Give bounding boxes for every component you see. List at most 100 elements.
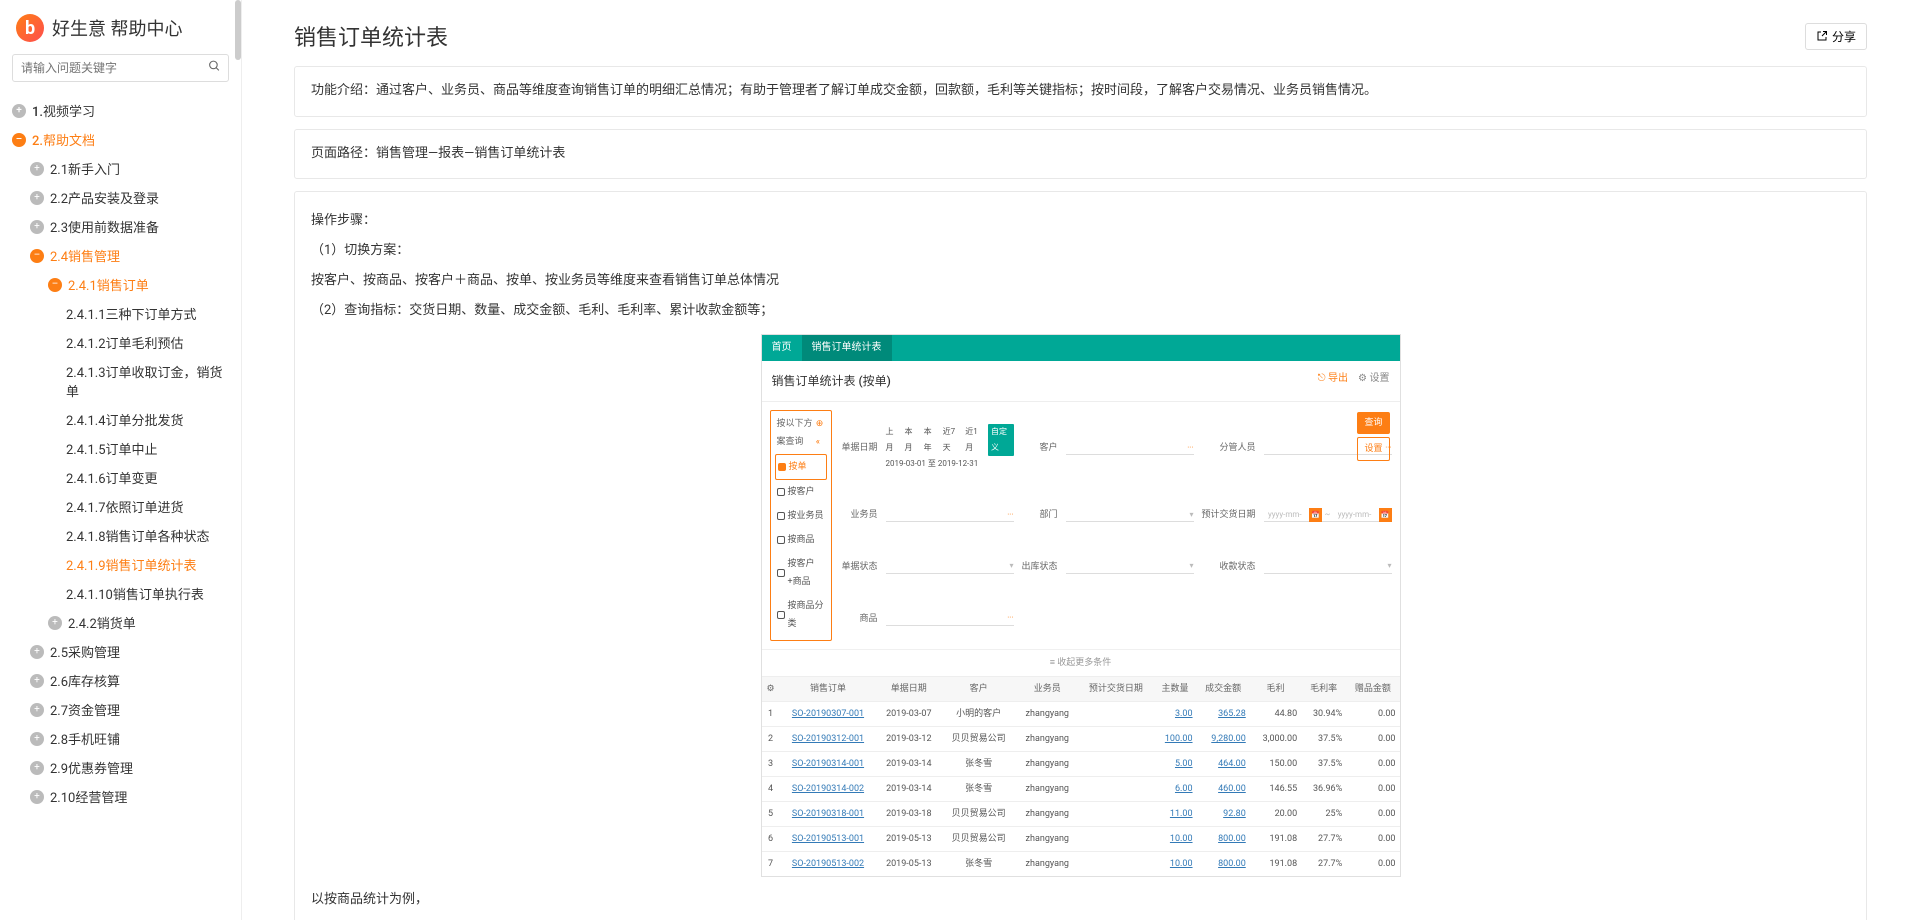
- nav-help-docs[interactable]: –2.帮助文档: [12, 125, 229, 154]
- table-cell: zhangyang: [1016, 802, 1078, 827]
- nav-2-6[interactable]: +2.6库存核算: [30, 666, 229, 695]
- ss-filter-panel: 按以下方案查询⊕ « 按单 按客户 按业务员 按商品 按客户+商品 按商品分类: [770, 410, 832, 641]
- ss-query-btn: 查询: [1357, 412, 1389, 434]
- table-cell: 191.08: [1250, 852, 1301, 877]
- table-cell: 0.00: [1346, 702, 1399, 727]
- ss-table: ⚙ 销售订单 单据日期 客户 业务员 预计交货日期 主数量 成交金额 毛利 毛利…: [762, 676, 1400, 876]
- nav-leaf-2417[interactable]: 2.4.1.7依照订单进货: [66, 492, 229, 521]
- share-icon: [1816, 30, 1828, 42]
- nav-leaf-2412[interactable]: 2.4.1.2订单毛利预估: [66, 328, 229, 357]
- table-cell: [1078, 777, 1153, 802]
- nav-2-9[interactable]: +2.9优惠券管理: [30, 753, 229, 782]
- ss-tab-home: 首页: [762, 335, 802, 361]
- brand-title: 好生意 帮助中心: [52, 15, 182, 41]
- table-cell: SO-20190314-002: [780, 777, 877, 802]
- collapse-icon: –: [48, 278, 62, 292]
- nav-leaf-2415[interactable]: 2.4.1.5订单中止: [66, 434, 229, 463]
- table-cell: 3: [762, 752, 780, 777]
- nav-tree: +1.视频学习 –2.帮助文档 +2.1新手入门 +2.2产品安装及登录 +2.…: [12, 96, 229, 811]
- path-label: 页面路径：: [311, 146, 376, 161]
- ss-fp-item-3: 按商品: [775, 528, 827, 552]
- table-cell: 92.80: [1197, 802, 1250, 827]
- table-row: 3SO-20190314-0012019-03-14张冬雪zhangyang5.…: [762, 752, 1400, 777]
- step-1: （1）切换方案：: [311, 238, 1850, 264]
- ss-body: 按以下方案查询⊕ « 按单 按客户 按业务员 按商品 按客户+商品 按商品分类 …: [762, 402, 1400, 649]
- table-cell: zhangyang: [1016, 852, 1078, 877]
- nav-leaf-2418[interactable]: 2.4.1.8销售订单各种状态: [66, 521, 229, 550]
- expand-icon: +: [12, 104, 26, 118]
- table-cell: 2019-03-18: [876, 802, 941, 827]
- nav-2-1[interactable]: +2.1新手入门: [30, 154, 229, 183]
- table-cell: [1078, 727, 1153, 752]
- ss-th-3: 客户: [941, 677, 1016, 702]
- table-row: 4SO-20190314-0022019-03-14张冬雪zhangyang6.…: [762, 777, 1400, 802]
- radio-icon: [777, 512, 785, 520]
- nav-2-4-2[interactable]: +2.4.2销货单: [48, 608, 229, 637]
- radio-icon: [778, 463, 786, 471]
- intro-label: 功能介绍：: [311, 83, 376, 98]
- nav-2-2[interactable]: +2.2产品安装及登录: [30, 183, 229, 212]
- f-sales-label: 业务员: [842, 506, 878, 524]
- table-cell: SO-20190307-001: [780, 702, 877, 727]
- nav-leaf-2419[interactable]: 2.4.1.9销售订单统计表: [66, 550, 229, 579]
- ss-collapse: ≡ 收起更多条件: [762, 649, 1400, 676]
- ss-buttons: 查询 设置: [1357, 412, 1389, 461]
- table-cell: [1078, 827, 1153, 852]
- table-cell: 0.00: [1346, 752, 1399, 777]
- table-cell: SO-20190513-001: [780, 827, 877, 852]
- search-icon[interactable]: [208, 60, 221, 77]
- table-cell: SO-20190314-001: [780, 752, 877, 777]
- f-pay-label: 收款状态: [1202, 558, 1256, 576]
- nav-2-4-1[interactable]: –2.4.1销售订单: [48, 270, 229, 299]
- share-button[interactable]: 分享: [1805, 23, 1867, 50]
- radio-icon: [777, 488, 785, 496]
- f-product: ···: [886, 612, 1014, 626]
- table-cell: 小明的客户: [941, 702, 1016, 727]
- search-input[interactable]: [12, 54, 229, 82]
- sidebar: b 好生意 帮助中心 +1.视频学习 –2.帮助文档 +2.1新手入门 +2.2…: [0, 0, 242, 920]
- ss-th-gear: ⚙: [762, 677, 780, 702]
- table-cell: 0.00: [1346, 827, 1399, 852]
- f-status: ▾: [886, 560, 1014, 574]
- brand: b 好生意 帮助中心: [12, 14, 229, 42]
- table-cell: 800.00: [1197, 852, 1250, 877]
- nav-2-7[interactable]: +2.7资金管理: [30, 695, 229, 724]
- table-cell: 0.00: [1346, 777, 1399, 802]
- nav-leaf-24110[interactable]: 2.4.1.10销售订单执行表: [66, 579, 229, 608]
- nav-leaf-2411[interactable]: 2.4.1.1三种下订单方式: [66, 299, 229, 328]
- nav-2-8[interactable]: +2.8手机旺铺: [30, 724, 229, 753]
- nav-2-10[interactable]: +2.10经营管理: [30, 782, 229, 811]
- nav-2-4[interactable]: –2.4销售管理: [30, 241, 229, 270]
- nav-2-5[interactable]: +2.5采购管理: [30, 637, 229, 666]
- table-cell: 460.00: [1197, 777, 1250, 802]
- table-cell: 30.94%: [1301, 702, 1346, 727]
- table-cell: 3.00: [1153, 702, 1196, 727]
- nav-leaf-2414[interactable]: 2.4.1.4订单分批发货: [66, 405, 229, 434]
- table-cell: 20.00: [1250, 802, 1301, 827]
- nav-leaf-2413[interactable]: 2.4.1.3订单收取订金，销货单: [66, 357, 229, 405]
- table-cell: 2: [762, 727, 780, 752]
- ss-export: ⎋ 导出: [1318, 369, 1348, 393]
- table-cell: 2019-03-07: [876, 702, 941, 727]
- f-out-label: 出库状态: [1022, 558, 1058, 576]
- f-date-value: 上月本月本年近7天近1月自定义 2019-03-01 至 2019-12-31: [886, 424, 1014, 472]
- f-dept-label: 部门: [1022, 506, 1058, 524]
- f-pay: ▾: [1264, 560, 1392, 574]
- table-cell: zhangyang: [1016, 777, 1078, 802]
- table-cell: 800.00: [1197, 827, 1250, 852]
- table-cell: zhangyang: [1016, 702, 1078, 727]
- steps-title: 操作步骤：: [311, 208, 1850, 234]
- nav-video-learning[interactable]: +1.视频学习: [12, 96, 229, 125]
- nav-2-3[interactable]: +2.3使用前数据准备: [30, 212, 229, 241]
- table-cell: zhangyang: [1016, 827, 1078, 852]
- nav-leaf-2416[interactable]: 2.4.1.6订单变更: [66, 463, 229, 492]
- table-cell: 10.00: [1153, 827, 1196, 852]
- table-cell: zhangyang: [1016, 752, 1078, 777]
- table-cell: 37.5%: [1301, 752, 1346, 777]
- table-cell: 37.5%: [1301, 727, 1346, 752]
- table-cell: 0.00: [1346, 727, 1399, 752]
- radio-icon: [777, 536, 785, 544]
- radio-icon: [777, 569, 785, 577]
- page-title: 销售订单统计表: [294, 20, 448, 52]
- table-cell: 27.7%: [1301, 852, 1346, 877]
